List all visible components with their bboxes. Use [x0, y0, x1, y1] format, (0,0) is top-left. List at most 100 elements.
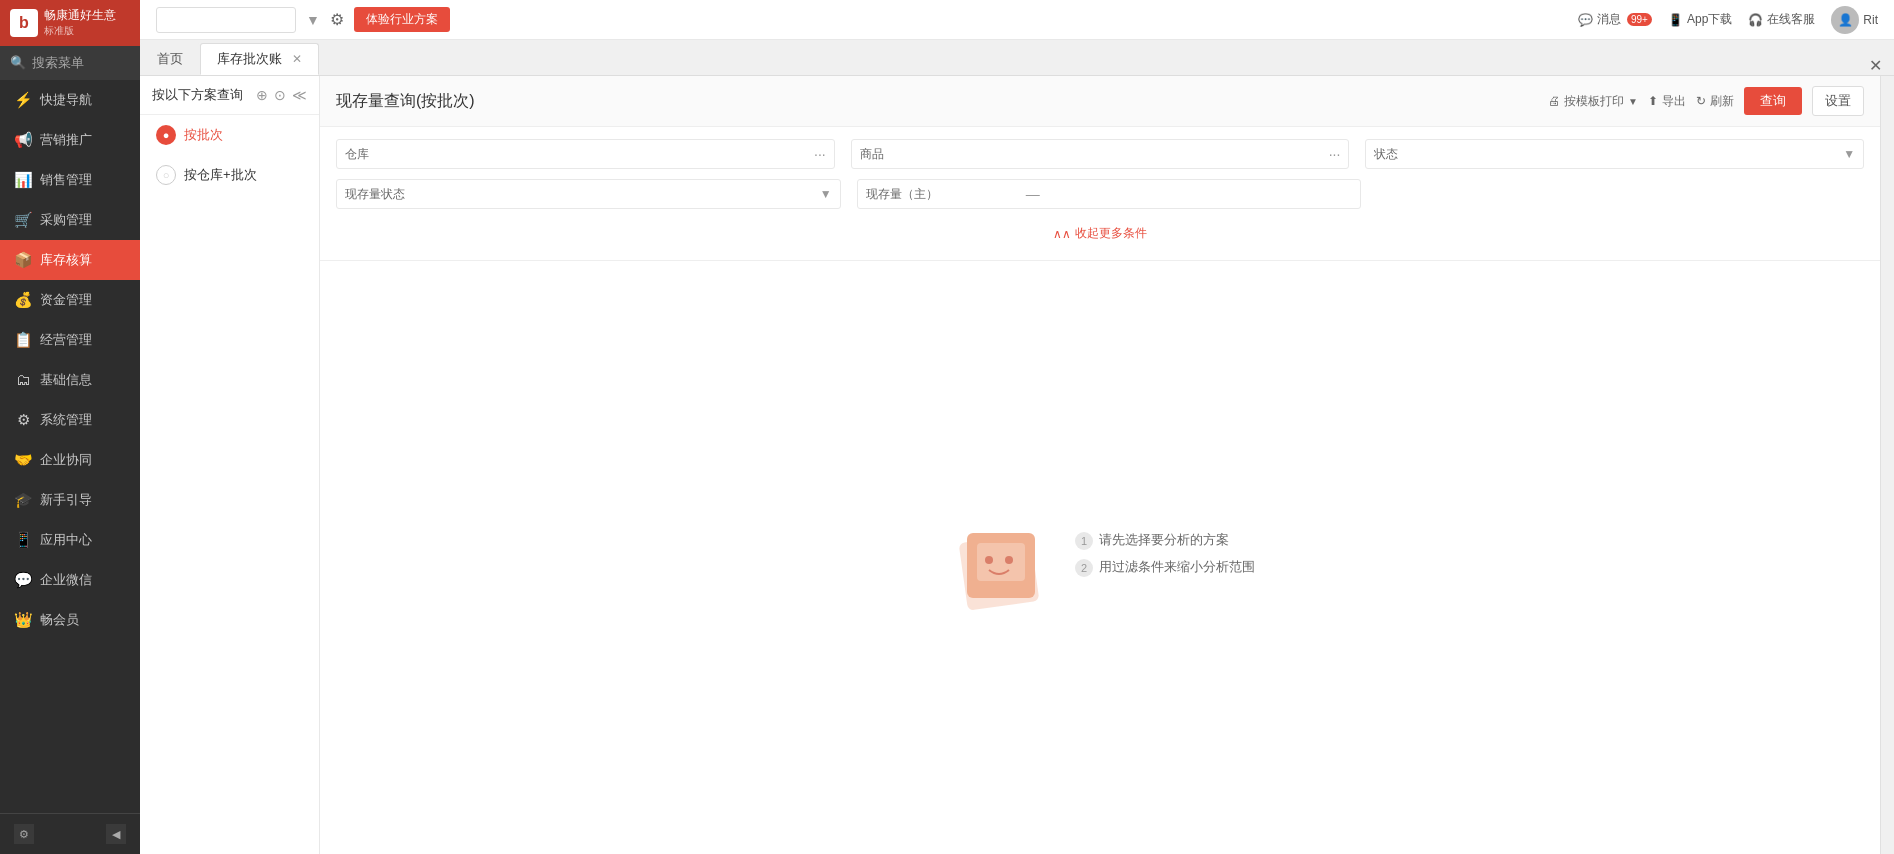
experience-btn[interactable]: 体验行业方案 — [354, 7, 450, 32]
sidebar-item-basic[interactable]: 🗂 基础信息 — [0, 360, 140, 400]
print-icon: 🖨 — [1548, 94, 1560, 108]
scheme-label: 按批次 — [184, 126, 223, 144]
phone-icon: 📱 — [1668, 13, 1683, 27]
inventory-qty-dash: — — [1026, 186, 1040, 202]
sidebar-item-wechat[interactable]: 💬 企业微信 — [0, 560, 140, 600]
sidebar-item-label: 企业协同 — [40, 451, 92, 469]
collapse-panel-btn[interactable]: ≪ — [292, 87, 307, 103]
sidebar-item-newbie[interactable]: 🎓 新手引导 — [0, 480, 140, 520]
sidebar-collapse-icon[interactable]: ◀ — [106, 824, 126, 844]
message-icon: 💬 — [1578, 13, 1593, 27]
topbar-settings-icon[interactable]: ⚙ — [330, 10, 344, 29]
warehouse-more-icon[interactable]: ··· — [814, 146, 826, 162]
scheme-settings-btn[interactable]: ⊙ — [274, 87, 286, 103]
product-input[interactable] — [892, 147, 1329, 161]
sidebar-item-label: 基础信息 — [40, 371, 92, 389]
topbar: ▼ ⚙ 体验行业方案 💬 消息 99+ 📱 App下载 🎧 在线客服 👤 — [140, 0, 1894, 40]
sidebar-item-purchase[interactable]: 🛒 采购管理 — [0, 200, 140, 240]
tab-panel-close[interactable]: ✕ — [1869, 56, 1894, 75]
svg-rect-2 — [977, 543, 1025, 581]
sidebar-item-finance[interactable]: 💰 资金管理 — [0, 280, 140, 320]
status-filter[interactable]: 状态 ▼ — [1365, 139, 1864, 169]
right-scrollbar[interactable] — [1880, 76, 1894, 854]
sidebar-item-inventory[interactable]: 📦 库存核算 — [0, 240, 140, 280]
collapse-filter-btn[interactable]: ∧∧ 收起更多条件 — [1053, 225, 1147, 242]
user-profile-btn[interactable]: 👤 Rit — [1831, 6, 1878, 34]
wechat-icon: 💬 — [14, 571, 32, 589]
scheme-item-by-warehouse-batch[interactable]: ○ 按仓库+批次 — [140, 155, 319, 195]
refresh-label: 刷新 — [1710, 93, 1734, 110]
query-btn[interactable]: 查询 — [1744, 87, 1802, 115]
status-dropdown-icon[interactable]: ▼ — [1843, 147, 1855, 161]
online-service-label: 在线客服 — [1767, 11, 1815, 28]
sidebar-settings-icon[interactable]: ⚙ — [14, 824, 34, 844]
sidebar-item-label: 新手引导 — [40, 491, 92, 509]
refresh-icon: ↻ — [1696, 94, 1706, 108]
print-btn[interactable]: 🖨 按模板打印 ▼ — [1548, 93, 1638, 110]
topbar-search-input[interactable] — [156, 7, 296, 33]
export-btn[interactable]: ⬆ 导出 — [1648, 93, 1686, 110]
inventory-status-dropdown-icon[interactable]: ▼ — [820, 187, 832, 201]
sidebar-item-operation[interactable]: 📋 经营管理 — [0, 320, 140, 360]
tab-home-label: 首页 — [157, 50, 183, 68]
step-1-label: 请先选择要分析的方案 — [1099, 531, 1229, 549]
product-more-icon[interactable]: ··· — [1329, 146, 1341, 162]
sidebar-item-sales[interactable]: 📊 销售管理 — [0, 160, 140, 200]
sidebar-item-label: 系统管理 — [40, 411, 92, 429]
print-dropdown-icon[interactable]: ▼ — [1628, 96, 1638, 107]
search-icon: 🔍 — [10, 55, 26, 70]
step-num-1: 1 — [1075, 532, 1093, 550]
empty-svg — [945, 508, 1055, 618]
inventory-qty-filter[interactable]: 现存量（主） — — [857, 179, 1362, 209]
headset-icon: 🎧 — [1748, 13, 1763, 27]
sidebar-item-quick-nav[interactable]: ⚡ 快捷导航 — [0, 80, 140, 120]
online-service-btn[interactable]: 🎧 在线客服 — [1748, 11, 1815, 28]
status-input[interactable] — [1406, 147, 1839, 161]
sidebar-item-enterprise[interactable]: 🤝 企业协同 — [0, 440, 140, 480]
warehouse-filter[interactable]: 仓库 ··· — [336, 139, 835, 169]
right-panel: 现存量查询(按批次) 🖨 按模板打印 ▼ ⬆ 导出 ↻ 刷新 — [320, 76, 1880, 854]
export-label: 导出 — [1662, 93, 1686, 110]
svg-point-4 — [1005, 556, 1013, 564]
scheme-item-by-batch[interactable]: ● 按批次 — [140, 115, 319, 155]
tab-close-icon[interactable]: ✕ — [292, 52, 302, 66]
warehouse-input[interactable] — [377, 147, 814, 161]
inventory-qty-to-input[interactable] — [1040, 187, 1120, 201]
sidebar-item-label: 畅会员 — [40, 611, 79, 629]
export-icon: ⬆ — [1648, 94, 1658, 108]
sidebar-search[interactable]: 🔍 搜索菜单 — [0, 46, 140, 80]
filter-row-2: 现存量状态 ▼ 现存量（主） — — [336, 179, 1864, 209]
filter-area: 仓库 ··· 商品 ··· 状态 ▼ — [320, 127, 1880, 261]
status-label: 状态 — [1374, 146, 1398, 163]
sidebar-item-appstore[interactable]: 📱 应用中心 — [0, 520, 140, 560]
sidebar-item-marketing[interactable]: 📢 营销推广 — [0, 120, 140, 160]
app-download-label: App下载 — [1687, 11, 1732, 28]
sidebar-nav: ⚡ 快捷导航 📢 营销推广 📊 销售管理 🛒 采购管理 📦 库存核算 💰 资金管… — [0, 80, 140, 813]
add-scheme-btn[interactable]: ⊕ — [256, 87, 268, 103]
inventory-status-input[interactable] — [413, 187, 816, 201]
topbar-dropdown-icon[interactable]: ▼ — [306, 12, 320, 28]
inventory-status-filter[interactable]: 现存量状态 ▼ — [336, 179, 841, 209]
sidebar-header: b 畅康通好生意 标准版 — [0, 0, 140, 46]
refresh-btn[interactable]: ↻ 刷新 — [1696, 93, 1734, 110]
tab-inventory-batch[interactable]: 库存批次账 ✕ — [200, 43, 319, 75]
sidebar: b 畅康通好生意 标准版 🔍 搜索菜单 ⚡ 快捷导航 📢 营销推广 📊 销售管理… — [0, 0, 140, 854]
sidebar-item-member[interactable]: 👑 畅会员 — [0, 600, 140, 640]
search-label: 搜索菜单 — [32, 54, 84, 72]
sidebar-item-label: 营销推广 — [40, 131, 92, 149]
messages-btn[interactable]: 💬 消息 99+ — [1578, 11, 1652, 28]
chevron-up-icon: ∧∧ — [1053, 227, 1071, 241]
app-logo: b — [10, 9, 38, 37]
operation-icon: 📋 — [14, 331, 32, 349]
app-download-btn[interactable]: 📱 App下载 — [1668, 11, 1732, 28]
product-filter[interactable]: 商品 ··· — [851, 139, 1350, 169]
svg-point-3 — [985, 556, 993, 564]
close-icon[interactable]: ✕ — [1869, 56, 1882, 75]
product-label: 商品 — [860, 146, 884, 163]
settings-btn[interactable]: 设置 — [1812, 86, 1864, 116]
sidebar-item-system[interactable]: ⚙ 系统管理 — [0, 400, 140, 440]
inventory-qty-from-input[interactable] — [946, 187, 1026, 201]
left-panel-title: 按以下方案查询 — [152, 86, 243, 104]
tab-home[interactable]: 首页 — [140, 43, 200, 75]
enterprise-icon: 🤝 — [14, 451, 32, 469]
